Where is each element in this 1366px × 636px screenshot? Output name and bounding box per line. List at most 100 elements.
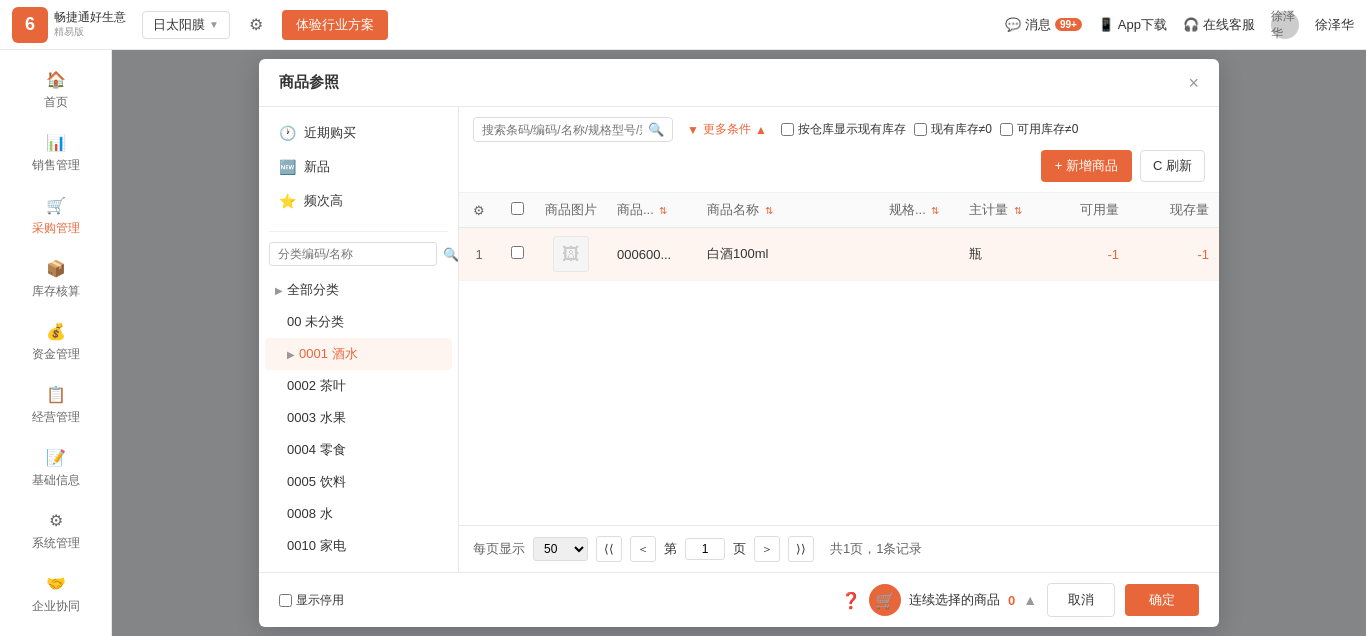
store-selector[interactable]: 日太阳膜 ▼ [142, 11, 230, 39]
first-page-button[interactable]: ⟨⟨ [596, 536, 622, 562]
row-available: -1 [1039, 228, 1129, 281]
sidebar-item-sales[interactable]: 📊 销售管理 [0, 121, 111, 184]
product-search-input[interactable] [482, 123, 642, 137]
modal-body: 🕐 近期购买 🆕 新品 ⭐ 频次高 [259, 107, 1219, 572]
quick-item-new[interactable]: 🆕 新品 [269, 151, 448, 183]
modal-title: 商品参照 [279, 73, 339, 92]
category-tree: ▶ 全部分类 00 未分类 ▶ 0001 酒水 0002 茶 [259, 274, 458, 562]
product-table-container: ⚙ 商品图片 商品... ⇅ [459, 193, 1219, 525]
cat-item-appliance[interactable]: 0010 家电 [265, 530, 452, 562]
page-size-select[interactable]: 50 10 20 100 [533, 537, 588, 561]
trial-button[interactable]: 体验行业方案 [282, 10, 388, 40]
cat-item-tea[interactable]: 0002 茶叶 [265, 370, 452, 402]
row-checkbox[interactable] [511, 246, 524, 259]
sidebar-label-system: 系统管理 [32, 535, 80, 552]
prev-page-button[interactable]: ＜ [630, 536, 656, 562]
quick-item-recent[interactable]: 🕐 近期购买 [269, 117, 448, 149]
settings-button[interactable]: ⚙ [240, 9, 272, 41]
sidebar-item-guide[interactable]: 🌟 新手引导 [0, 625, 111, 636]
help-icon[interactable]: ❓ [841, 591, 861, 610]
usable-not-zero-input[interactable] [1000, 123, 1013, 136]
cat-item-uncategorized[interactable]: 00 未分类 [265, 306, 452, 338]
category-search-input[interactable] [269, 242, 437, 266]
sidebar-item-purchase[interactable]: 🛒 采购管理 [0, 184, 111, 247]
show-disabled-input[interactable] [279, 594, 292, 607]
footer-left: 显示停用 [279, 592, 344, 609]
page-prefix-label: 第 [664, 540, 677, 558]
quick-item-frequent[interactable]: ⭐ 频次高 [269, 185, 448, 217]
username-label: 徐泽华 [1315, 16, 1354, 34]
col-header-name[interactable]: 商品名称 ⇅ [697, 193, 879, 228]
cat-item-snack[interactable]: 0004 零食 [265, 434, 452, 466]
add-product-button[interactable]: + 新增商品 [1041, 150, 1132, 182]
footer-right: 取消 确定 [1047, 583, 1199, 617]
sidebar-item-inventory[interactable]: 📦 库存核算 [0, 247, 111, 310]
recent-label: 近期购买 [304, 124, 356, 142]
cat-appliance-label: 0010 家电 [287, 537, 346, 555]
logo-name: 畅捷通好生意 [54, 10, 126, 26]
avatar-label: 徐泽华 [1271, 8, 1299, 42]
category-search-icon[interactable]: 🔍 [443, 247, 459, 262]
new-icon: 🆕 [279, 159, 296, 175]
settings-col-icon[interactable]: ⚙ [473, 203, 485, 218]
cat-item-all[interactable]: ▶ 全部分类 [265, 274, 452, 306]
cart-count: 0 [1008, 593, 1015, 608]
top-nav: 6 畅捷通好生意 精易版 日太阳膜 ▼ ⚙ 体验行业方案 💬 消息 99+ 📱 … [0, 0, 1366, 50]
by-warehouse-checkbox[interactable]: 按仓库显示现有库存 [781, 121, 906, 138]
row-unit: 瓶 [959, 228, 1039, 281]
sidebar-item-basic-info[interactable]: 📝 基础信息 [0, 436, 111, 499]
app-download-item[interactable]: 📱 App下载 [1098, 16, 1167, 34]
col-header-code[interactable]: 商品... ⇅ [607, 193, 697, 228]
col-header-available: 可用量 [1039, 193, 1129, 228]
sidebar-item-operations[interactable]: 📋 经营管理 [0, 373, 111, 436]
sales-icon: 📊 [45, 131, 67, 153]
messages-item[interactable]: 💬 消息 99+ [1005, 16, 1082, 34]
filter-button[interactable]: ▼ 更多条件 ▲ [681, 117, 773, 142]
toolbar-right: + 新增商品 C 刷新 [1041, 150, 1205, 182]
usable-not-zero-checkbox[interactable]: 可用库存≠0 [1000, 121, 1078, 138]
by-warehouse-check-input[interactable] [781, 123, 794, 136]
show-disabled-checkbox[interactable]: 显示停用 [279, 592, 344, 609]
cat-item-fruit[interactable]: 0003 水果 [265, 402, 452, 434]
available-not-zero-label: 现有库存≠0 [931, 121, 992, 138]
collapse-up-icon[interactable]: ▲ [1023, 592, 1037, 608]
sidebar-item-system[interactable]: ⚙ 系统管理 [0, 499, 111, 562]
next-page-button[interactable]: ＞ [754, 536, 780, 562]
cart-button[interactable]: 🛒 [869, 584, 901, 616]
avatar[interactable]: 徐泽华 [1271, 11, 1299, 39]
nav-right: 💬 消息 99+ 📱 App下载 🎧 在线客服 徐泽华 徐泽华 [1005, 11, 1354, 39]
category-search: 🔍 [259, 238, 458, 274]
product-img: 🖼 [553, 236, 589, 272]
cat-item-beverage[interactable]: 0005 饮料 [265, 466, 452, 498]
available-not-zero-checkbox[interactable]: 现有库存≠0 [914, 121, 992, 138]
store-name: 日太阳膜 [153, 16, 205, 34]
modal-main-content: 🔍 ▼ 更多条件 ▲ 按仓库显示现有库存 [459, 107, 1219, 572]
product-search-icon[interactable]: 🔍 [648, 122, 664, 137]
available-not-zero-input[interactable] [914, 123, 927, 136]
sidebar-label-sales: 销售管理 [32, 157, 80, 174]
col-header-unit[interactable]: 主计量 ⇅ [959, 193, 1039, 228]
table-row[interactable]: 1 🖼 000600... 白酒100ml [459, 228, 1219, 281]
by-warehouse-label: 按仓库显示现有库存 [798, 121, 906, 138]
cat-item-liquor[interactable]: ▶ 0001 酒水 [265, 338, 452, 370]
row-name: 白酒100ml [697, 228, 879, 281]
cat-item-water[interactable]: 0008 水 [265, 498, 452, 530]
col-header-spec[interactable]: 规格... ⇅ [879, 193, 959, 228]
cancel-button[interactable]: 取消 [1047, 583, 1115, 617]
page-number-input[interactable] [685, 538, 725, 560]
sidebar-item-finance[interactable]: 💰 资金管理 [0, 310, 111, 373]
modal-close-button[interactable]: × [1188, 74, 1199, 92]
confirm-button[interactable]: 确定 [1125, 584, 1199, 616]
sidebar-label-inventory: 库存核算 [32, 283, 80, 300]
select-all-checkbox[interactable] [511, 202, 524, 215]
sidebar-item-home[interactable]: 🏠 首页 [0, 58, 111, 121]
finance-icon: 💰 [45, 320, 67, 342]
refresh-button[interactable]: C 刷新 [1140, 150, 1205, 182]
sidebar-item-enterprise[interactable]: 🤝 企业协同 [0, 562, 111, 625]
sidebar-label-home: 首页 [44, 94, 68, 111]
quick-access-section: 🕐 近期购买 🆕 新品 ⭐ 频次高 [259, 117, 458, 225]
online-service-item[interactable]: 🎧 在线客服 [1183, 16, 1255, 34]
last-page-button[interactable]: ⟩⟩ [788, 536, 814, 562]
sidebar-label-purchase: 采购管理 [32, 220, 80, 237]
col-header-checkbox [499, 193, 535, 228]
